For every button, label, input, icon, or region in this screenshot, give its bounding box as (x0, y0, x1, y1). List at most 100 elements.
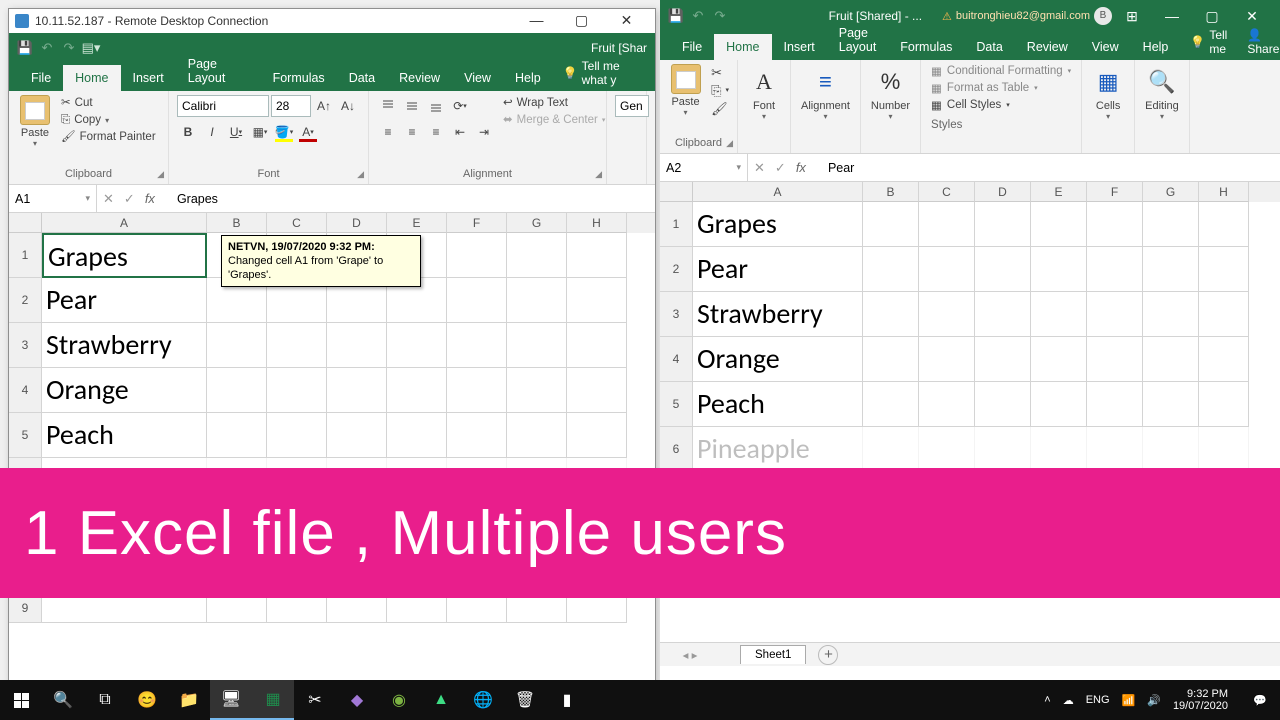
tab-pagelayout[interactable]: Page Layout (827, 20, 889, 60)
fx-icon[interactable]: fx (796, 160, 806, 176)
select-all-corner[interactable] (9, 213, 42, 233)
win-close-button[interactable]: ✕ (1232, 8, 1272, 25)
select-all-corner[interactable] (660, 182, 693, 202)
format-painter-button[interactable]: 🖌Format Painter (61, 129, 156, 146)
cell-H4[interactable] (1199, 337, 1249, 382)
app-icon[interactable]: ▲ (420, 680, 462, 720)
win-max-button[interactable]: ▢ (1192, 8, 1232, 25)
col-header-B[interactable]: B (863, 182, 919, 202)
cell-D5[interactable] (327, 413, 387, 458)
touch-mode-icon[interactable]: ▤▾ (83, 40, 99, 56)
border-button[interactable]: ▦▾ (249, 121, 271, 143)
tab-home[interactable]: Home (63, 65, 120, 91)
cell-C1[interactable] (919, 202, 975, 247)
orientation-icon[interactable]: ⟳▾ (449, 95, 471, 117)
search-icon[interactable]: 🔍 (42, 680, 84, 720)
format-painter-button[interactable]: 🖌 (711, 100, 729, 118)
clipboard-dialog-launcher[interactable]: ◢ (726, 138, 733, 149)
cell-E6[interactable] (1031, 427, 1087, 472)
cell-B3[interactable] (863, 292, 919, 337)
rdp-taskbar-icon[interactable]: 🖥 (210, 680, 252, 720)
cell-E5[interactable] (1031, 382, 1087, 427)
number-format-select[interactable] (615, 95, 649, 117)
tell-me-box[interactable]: Tell me what y (553, 59, 655, 91)
group-cells[interactable]: ▦ Cells ▾ (1082, 60, 1135, 153)
col-header-D[interactable]: D (975, 182, 1031, 202)
user-account[interactable]: ⚠ buitronghieu82@gmail.com B (942, 7, 1112, 25)
font-name-select[interactable] (177, 95, 269, 117)
cell-C6[interactable] (919, 427, 975, 472)
cut-button[interactable]: ✂Cut (61, 95, 156, 112)
cell-A2[interactable]: Pear (693, 247, 863, 292)
formula-value[interactable]: Grapes (161, 192, 218, 206)
tab-help[interactable]: Help (503, 65, 553, 91)
col-header-F[interactable]: F (447, 213, 507, 233)
col-header-F[interactable]: F (1087, 182, 1143, 202)
cell-E1[interactable] (1031, 202, 1087, 247)
cancel-icon[interactable]: ✕ (103, 191, 114, 207)
row-header-3[interactable]: 3 (660, 292, 693, 337)
paste-button[interactable]: Paste ▾ (17, 95, 53, 148)
tab-pagelayout[interactable]: Page Layout (176, 51, 261, 91)
copy-button[interactable]: ⎘▾ (711, 82, 729, 100)
col-header-C[interactable]: C (267, 213, 327, 233)
group-alignment[interactable]: ≡ Alignment ▾ (791, 60, 861, 153)
cell-E4[interactable] (387, 368, 447, 413)
align-middle-icon[interactable] (401, 95, 423, 117)
cell-D3[interactable] (327, 323, 387, 368)
increase-indent-icon[interactable]: ⇥ (473, 121, 495, 143)
col-header-A[interactable]: A (42, 213, 207, 233)
cell-G4[interactable] (507, 368, 567, 413)
col-header-H[interactable]: H (567, 213, 627, 233)
cell-F6[interactable] (1087, 427, 1143, 472)
cell-F5[interactable] (447, 413, 507, 458)
alignment-dialog-launcher[interactable]: ◢ (595, 169, 602, 180)
onedrive-icon[interactable]: ☁ (1063, 694, 1074, 707)
col-header-H[interactable]: H (1199, 182, 1249, 202)
tab-insert[interactable]: Insert (772, 34, 827, 60)
row-header-2[interactable]: 2 (9, 278, 42, 323)
tab-formulas[interactable]: Formulas (888, 34, 964, 60)
rdp-close-button[interactable]: ✕ (604, 9, 649, 33)
cell-G1[interactable] (1143, 202, 1199, 247)
align-bottom-icon[interactable] (425, 95, 447, 117)
decrease-indent-icon[interactable]: ⇤ (449, 121, 471, 143)
cell-A5[interactable]: Peach (42, 413, 207, 458)
italic-button[interactable]: I (201, 121, 223, 143)
cut-button[interactable]: ✂ (711, 64, 729, 82)
tab-insert[interactable]: Insert (121, 65, 176, 91)
row-header-6[interactable]: 6 (660, 427, 693, 472)
undo-icon[interactable]: ↶ (690, 8, 706, 24)
name-box[interactable]: A1▾ (9, 185, 97, 212)
tell-me-box[interactable]: Tell me (1180, 28, 1237, 60)
cell-F1[interactable] (1087, 202, 1143, 247)
share-button[interactable]: 👤 Share (1237, 28, 1280, 60)
cell-H2[interactable] (1199, 247, 1249, 292)
row-header-5[interactable]: 5 (9, 413, 42, 458)
cell-G2[interactable] (507, 278, 567, 323)
cell-G3[interactable] (507, 323, 567, 368)
cell-F4[interactable] (1087, 337, 1143, 382)
fx-icon[interactable]: fx (145, 191, 155, 207)
cell-B4[interactable] (863, 337, 919, 382)
cell-A3[interactable]: Strawberry (693, 292, 863, 337)
sheet-nav-icon[interactable]: ◂ ▸ (660, 648, 720, 662)
col-header-G[interactable]: G (507, 213, 567, 233)
group-number[interactable]: % Number ▾ (861, 60, 921, 153)
cell-F3[interactable] (447, 323, 507, 368)
row-header-1[interactable]: 1 (660, 202, 693, 247)
col-header-D[interactable]: D (327, 213, 387, 233)
col-header-E[interactable]: E (387, 213, 447, 233)
taskbar-clock[interactable]: 9:32 PM 19/07/2020 (1173, 688, 1228, 712)
redo-icon[interactable]: ↷ (712, 8, 728, 24)
tab-file[interactable]: File (670, 34, 714, 60)
group-editing[interactable]: 🔍 Editing ▾ (1135, 60, 1190, 153)
cell-E4[interactable] (1031, 337, 1087, 382)
cell-G5[interactable] (1143, 382, 1199, 427)
cell-A1[interactable]: Grapes (42, 233, 207, 278)
emoji-app-icon[interactable]: 😊 (126, 680, 168, 720)
cell-C4[interactable] (267, 368, 327, 413)
cell-B5[interactable] (207, 413, 267, 458)
align-right-icon[interactable]: ≡ (425, 121, 447, 143)
col-header-B[interactable]: B (207, 213, 267, 233)
